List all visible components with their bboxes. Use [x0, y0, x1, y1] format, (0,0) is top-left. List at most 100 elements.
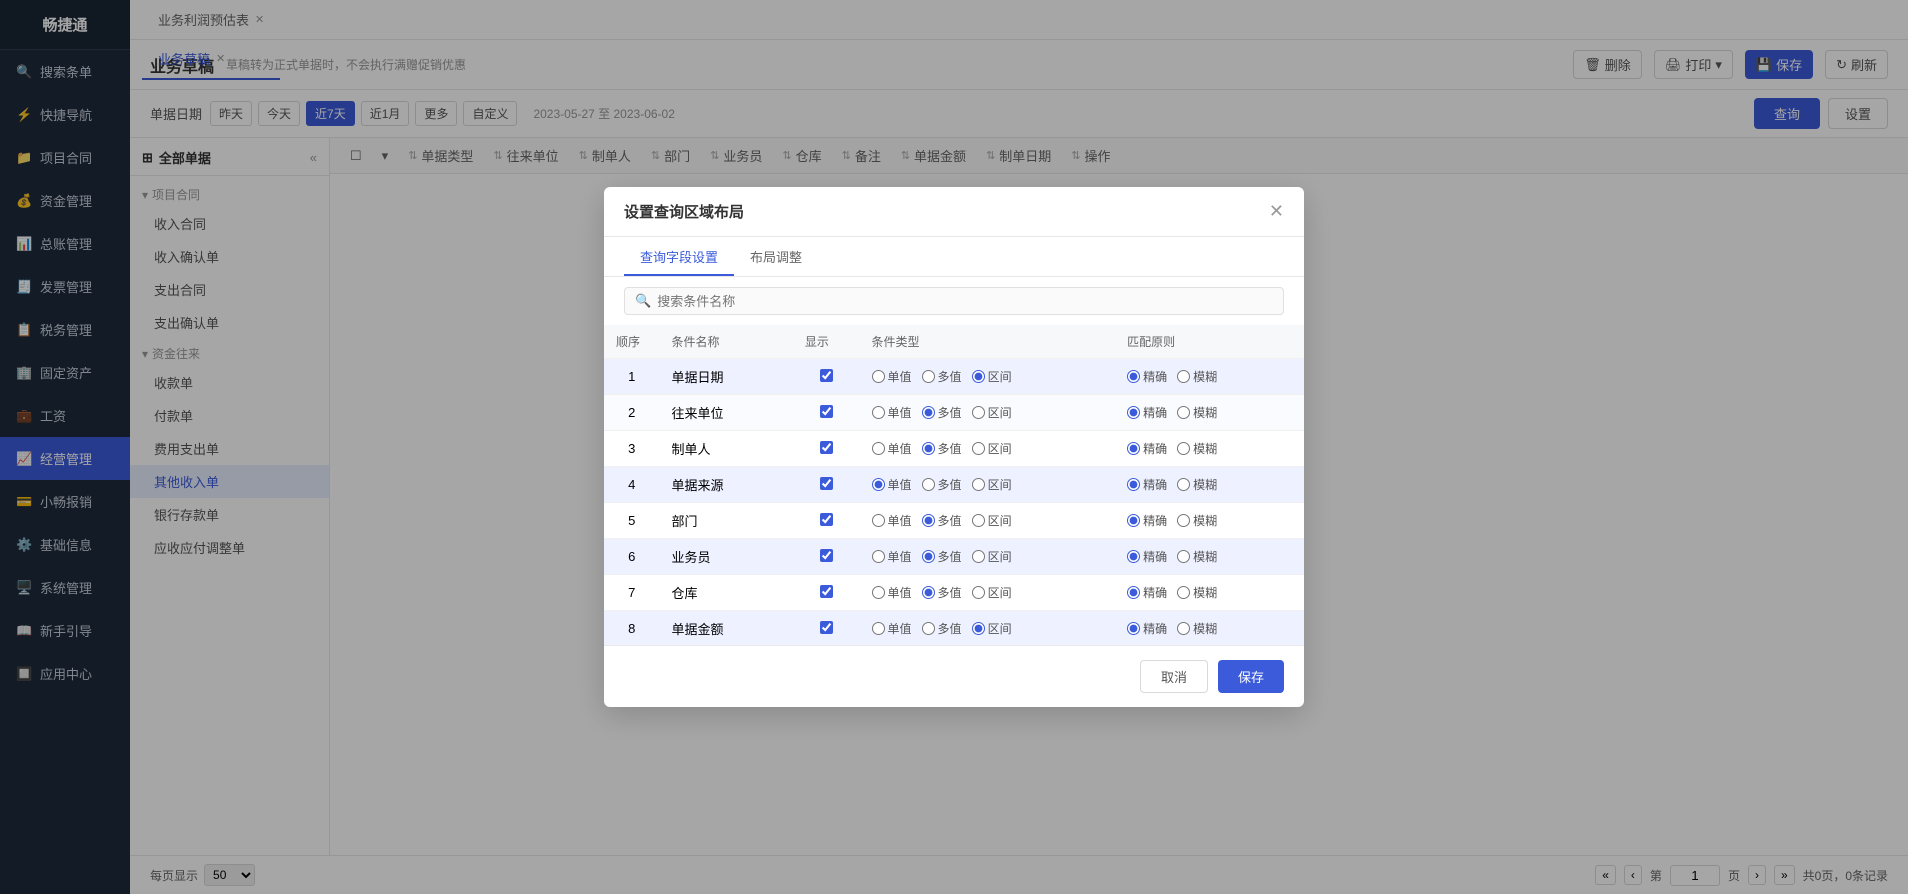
type-single-radio[interactable]	[872, 514, 885, 527]
cell-show[interactable]	[793, 539, 860, 575]
type-range-radio[interactable]	[972, 586, 985, 599]
show-checkbox[interactable]	[820, 549, 833, 562]
show-checkbox-label[interactable]	[820, 514, 833, 529]
match-fuzzy-label[interactable]: 模糊	[1177, 512, 1217, 529]
cell-show[interactable]	[793, 431, 860, 467]
type-single-radio[interactable]	[872, 586, 885, 599]
match-exact-label[interactable]: 精确	[1127, 548, 1167, 565]
match-exact-label[interactable]: 精确	[1127, 584, 1167, 601]
type-multi-radio[interactable]	[922, 550, 935, 563]
type-multi-radio[interactable]	[922, 622, 935, 635]
type-range-label[interactable]: 区间	[972, 548, 1012, 565]
show-checkbox-label[interactable]	[820, 478, 833, 493]
type-single-label[interactable]: 单值	[872, 512, 912, 529]
match-exact-radio[interactable]	[1127, 370, 1140, 383]
match-exact-label[interactable]: 精确	[1127, 620, 1167, 637]
type-multi-radio[interactable]	[922, 478, 935, 491]
match-fuzzy-label[interactable]: 模糊	[1177, 548, 1217, 565]
type-multi-label[interactable]: 多值	[922, 548, 962, 565]
type-range-label[interactable]: 区间	[972, 476, 1012, 493]
type-multi-label[interactable]: 多值	[922, 620, 962, 637]
cell-show[interactable]	[793, 503, 860, 539]
type-multi-radio[interactable]	[922, 406, 935, 419]
type-multi-radio[interactable]	[922, 442, 935, 455]
type-single-radio[interactable]	[872, 550, 885, 563]
cancel-button[interactable]: 取消	[1140, 660, 1208, 693]
match-fuzzy-radio[interactable]	[1177, 550, 1190, 563]
show-checkbox-label[interactable]	[820, 442, 833, 457]
match-exact-label[interactable]: 精确	[1127, 476, 1167, 493]
match-exact-radio[interactable]	[1127, 514, 1140, 527]
match-fuzzy-radio[interactable]	[1177, 622, 1190, 635]
type-range-radio[interactable]	[972, 622, 985, 635]
cell-show[interactable]	[793, 395, 860, 431]
type-multi-radio[interactable]	[922, 514, 935, 527]
match-fuzzy-label[interactable]: 模糊	[1177, 368, 1217, 385]
show-checkbox[interactable]	[820, 513, 833, 526]
match-fuzzy-label[interactable]: 模糊	[1177, 476, 1217, 493]
match-exact-label[interactable]: 精确	[1127, 368, 1167, 385]
type-single-label[interactable]: 单值	[872, 368, 912, 385]
type-single-radio[interactable]	[872, 370, 885, 383]
type-range-label[interactable]: 区间	[972, 368, 1012, 385]
dialog-overlay[interactable]: 设置查询区域布局 ✕ 查询字段设置 布局调整 🔍	[0, 0, 1908, 894]
show-checkbox-label[interactable]	[820, 550, 833, 565]
search-input[interactable]	[657, 294, 1273, 309]
match-fuzzy-label[interactable]: 模糊	[1177, 404, 1217, 421]
dialog-close-button[interactable]: ✕	[1269, 201, 1284, 222]
type-range-radio[interactable]	[972, 478, 985, 491]
type-range-radio[interactable]	[972, 370, 985, 383]
type-single-label[interactable]: 单值	[872, 584, 912, 601]
type-multi-label[interactable]: 多值	[922, 476, 962, 493]
show-checkbox[interactable]	[820, 405, 833, 418]
type-range-label[interactable]: 区间	[972, 440, 1012, 457]
type-range-radio[interactable]	[972, 442, 985, 455]
match-fuzzy-radio[interactable]	[1177, 586, 1190, 599]
type-multi-radio[interactable]	[922, 370, 935, 383]
match-fuzzy-label[interactable]: 模糊	[1177, 584, 1217, 601]
match-fuzzy-radio[interactable]	[1177, 514, 1190, 527]
cell-show[interactable]	[793, 611, 860, 646]
type-range-radio[interactable]	[972, 514, 985, 527]
match-exact-radio[interactable]	[1127, 586, 1140, 599]
type-single-label[interactable]: 单值	[872, 548, 912, 565]
type-multi-label[interactable]: 多值	[922, 584, 962, 601]
show-checkbox-label[interactable]	[820, 370, 833, 385]
type-range-label[interactable]: 区间	[972, 512, 1012, 529]
show-checkbox-label[interactable]	[820, 586, 833, 601]
type-single-label[interactable]: 单值	[872, 476, 912, 493]
type-multi-label[interactable]: 多值	[922, 404, 962, 421]
show-checkbox[interactable]	[820, 477, 833, 490]
save-dialog-button[interactable]: 保存	[1218, 660, 1284, 693]
match-fuzzy-label[interactable]: 模糊	[1177, 440, 1217, 457]
type-single-radio[interactable]	[872, 478, 885, 491]
tab-layout[interactable]: 布局调整	[734, 237, 818, 276]
show-checkbox-label[interactable]	[820, 406, 833, 421]
type-range-radio[interactable]	[972, 550, 985, 563]
show-checkbox[interactable]	[820, 585, 833, 598]
match-fuzzy-radio[interactable]	[1177, 478, 1190, 491]
match-fuzzy-radio[interactable]	[1177, 442, 1190, 455]
match-fuzzy-label[interactable]: 模糊	[1177, 620, 1217, 637]
type-multi-label[interactable]: 多值	[922, 368, 962, 385]
type-range-radio[interactable]	[972, 406, 985, 419]
type-range-label[interactable]: 区间	[972, 404, 1012, 421]
match-exact-radio[interactable]	[1127, 478, 1140, 491]
show-checkbox-label[interactable]	[820, 622, 833, 637]
cell-show[interactable]	[793, 467, 860, 503]
type-multi-label[interactable]: 多值	[922, 512, 962, 529]
match-fuzzy-radio[interactable]	[1177, 370, 1190, 383]
type-multi-label[interactable]: 多值	[922, 440, 962, 457]
tab-fields[interactable]: 查询字段设置	[624, 237, 734, 276]
cell-show[interactable]	[793, 359, 860, 395]
match-exact-radio[interactable]	[1127, 622, 1140, 635]
match-exact-radio[interactable]	[1127, 550, 1140, 563]
type-single-label[interactable]: 单值	[872, 620, 912, 637]
match-exact-label[interactable]: 精确	[1127, 440, 1167, 457]
match-fuzzy-radio[interactable]	[1177, 406, 1190, 419]
type-single-label[interactable]: 单值	[872, 440, 912, 457]
match-exact-label[interactable]: 精确	[1127, 404, 1167, 421]
match-exact-radio[interactable]	[1127, 442, 1140, 455]
cell-show[interactable]	[793, 575, 860, 611]
type-single-radio[interactable]	[872, 442, 885, 455]
